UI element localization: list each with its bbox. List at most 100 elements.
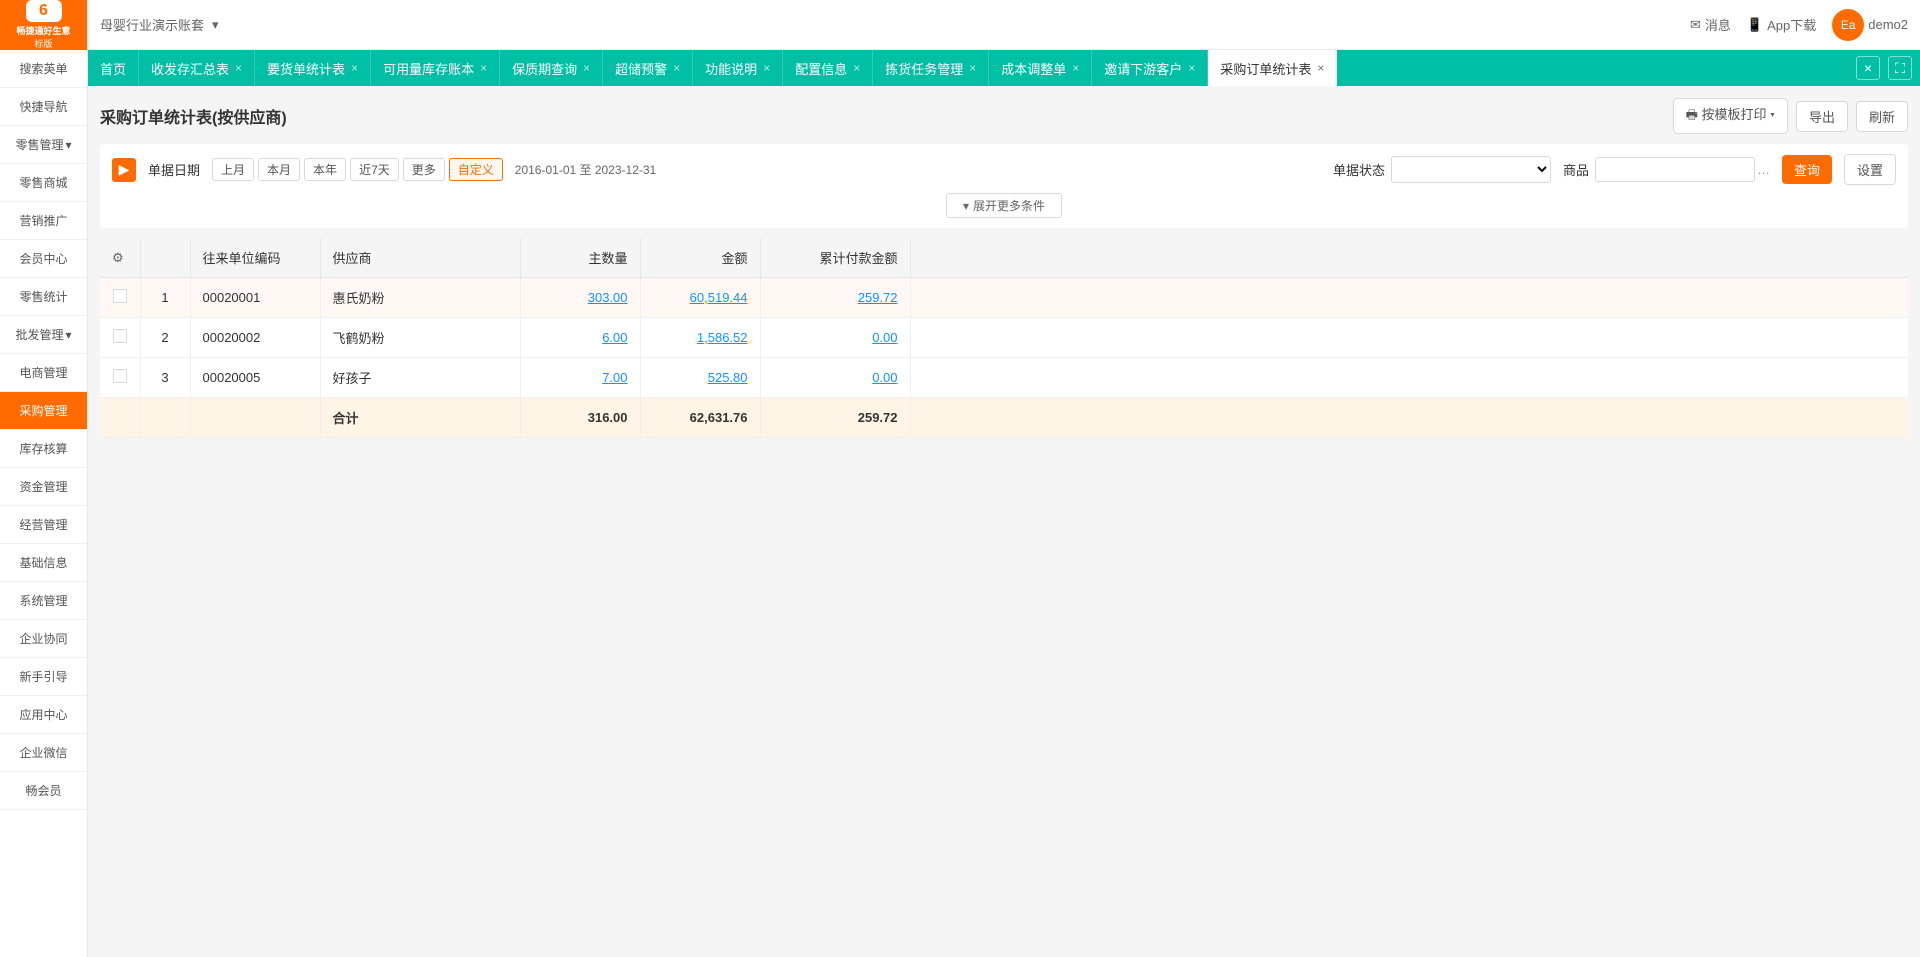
td-footer-empty2 — [140, 398, 190, 438]
td-checkbox — [100, 318, 140, 358]
sidebar-item-app-center[interactable]: 应用中心 — [0, 696, 87, 734]
sidebar-item-corp[interactable]: 企业协同 — [0, 620, 87, 658]
expand-more-btn[interactable]: ▾ 展开更多条件 — [946, 193, 1062, 218]
chevron-down-icon: ▾ — [963, 199, 969, 213]
tab-cost-adj[interactable]: 成本调整单 × — [989, 50, 1092, 86]
date-more-btn[interactable]: 更多 — [403, 158, 445, 181]
refresh-btn[interactable]: 刷新 — [1856, 101, 1908, 132]
sidebar-item-system[interactable]: 系统管理 — [0, 582, 87, 620]
sidebar-item-retail[interactable]: 零售管理 ▾ — [0, 126, 87, 164]
logo-sub: 标版 — [34, 37, 52, 50]
sidebar-item-wholesale[interactable]: 批发管理 ▾ — [0, 316, 87, 354]
td-amount[interactable]: 1,586.52 — [640, 318, 760, 358]
row-checkbox[interactable] — [113, 329, 127, 343]
sidebar-item-newbie[interactable]: 新手引导 — [0, 658, 87, 696]
td-extra — [910, 358, 1908, 398]
tab-close-icon[interactable]: × — [583, 61, 590, 75]
td-amount[interactable]: 60,519.44 — [640, 278, 760, 318]
sidebar-item-basic[interactable]: 基础信息 — [0, 544, 87, 582]
page-header: 采购订单统计表(按供应商) 🖶 按模板打印 ▾ 导出 刷新 — [100, 98, 1908, 134]
tab-close-icon[interactable]: × — [763, 61, 770, 75]
td-qty[interactable]: 303.00 — [520, 278, 640, 318]
app-download-btn[interactable]: 📱 App下载 — [1747, 15, 1816, 34]
sidebar-item-retail-stat[interactable]: 零售统计 — [0, 278, 87, 316]
table-footer: 合计 316.00 62,631.76 259.72 — [100, 398, 1908, 438]
th-code: 往来单位编码 — [190, 238, 320, 278]
main-content: 母婴行业演示账套 ▾ ✉ 消息 📱 App下载 Ea demo2 首页 — [88, 0, 1920, 957]
td-code: 00020005 — [190, 358, 320, 398]
tab-config-info[interactable]: 配置信息 × — [783, 50, 873, 86]
date-this-year-btn[interactable]: 本年 — [304, 158, 346, 181]
tab-close-icon[interactable]: × — [673, 61, 680, 75]
tab-invite-down[interactable]: 邀请下游客户 × — [1092, 50, 1208, 86]
table-body: 1 00020001 惠氏奶粉 303.00 60,519.44 259.72 … — [100, 278, 1908, 398]
fullscreen-btn[interactable]: ⛶ — [1888, 56, 1912, 80]
chevron-down-icon: ▾ — [65, 138, 71, 152]
tab-avail-inv[interactable]: 可用量库存账本 × — [371, 50, 500, 86]
message-btn[interactable]: ✉ 消息 — [1690, 15, 1731, 34]
user-profile-btn[interactable]: Ea demo2 — [1832, 9, 1908, 41]
sidebar-item-member[interactable]: 会员中心 — [0, 240, 87, 278]
nav-tabs-end: × ⛶ — [1856, 56, 1920, 80]
print-btn[interactable]: 🖶 按模板打印 ▾ — [1673, 98, 1788, 134]
sidebar-item-marketing[interactable]: 营销推广 — [0, 202, 87, 240]
settings-btn[interactable]: 设置 — [1844, 154, 1896, 185]
sidebar-item-search[interactable]: 搜索英单 — [0, 50, 87, 88]
tab-collect-pay[interactable]: 收发存汇总表 × — [139, 50, 255, 86]
store-selector[interactable]: 母婴行业演示账套 ▾ — [100, 15, 219, 34]
td-footer-qty: 316.00 — [520, 398, 640, 438]
filter-row: ▶ 单据日期 上月 本月 本年 近7天 更多 自定义 2016-01-01 至 … — [112, 154, 1896, 185]
goods-input[interactable] — [1595, 157, 1755, 182]
tab-purchase-stat[interactable]: 采购订单统计表 × — [1208, 50, 1337, 86]
td-qty[interactable]: 7.00 — [520, 358, 640, 398]
th-index — [140, 238, 190, 278]
column-settings-icon[interactable]: ⚙ — [112, 250, 124, 265]
sidebar-item-inventory[interactable]: 库存核算 — [0, 430, 87, 468]
query-btn[interactable]: 查询 — [1782, 155, 1832, 184]
tab-close-icon[interactable]: × — [1188, 61, 1195, 75]
td-qty[interactable]: 6.00 — [520, 318, 640, 358]
sidebar-item-retail-shop[interactable]: 零售商城 — [0, 164, 87, 202]
tab-overstock[interactable]: 超储预警 × — [603, 50, 693, 86]
close-all-tabs-btn[interactable]: × — [1856, 56, 1880, 80]
date-this-month-btn[interactable]: 本月 — [258, 158, 300, 181]
sidebar-item-corp-wechat[interactable]: 企业微信 — [0, 734, 87, 772]
export-btn[interactable]: 导出 — [1796, 101, 1848, 132]
th-paid: 累计付款金额 — [760, 238, 910, 278]
message-icon: ✉ — [1690, 17, 1701, 33]
td-footer-extra — [910, 398, 1908, 438]
tab-home[interactable]: 首页 — [88, 50, 139, 86]
tab-req-goods[interactable]: 要货单统计表 × — [255, 50, 371, 86]
sidebar-item-ecom[interactable]: 电商管理 — [0, 354, 87, 392]
sidebar-item-purchase[interactable]: 采购管理 — [0, 392, 87, 430]
sidebar-logo: 6 畅捷通好生意 标版 — [0, 0, 87, 50]
sidebar-item-shortcut[interactable]: 快捷导航 — [0, 88, 87, 126]
goods-input-more-icon[interactable]: … — [1757, 162, 1770, 177]
filter-toggle-btn[interactable]: ▶ — [112, 158, 136, 182]
td-paid[interactable]: 0.00 — [760, 318, 910, 358]
sidebar-item-member2[interactable]: 畅会员 — [0, 772, 87, 810]
date-custom-btn[interactable]: 自定义 — [449, 158, 503, 181]
row-checkbox[interactable] — [113, 289, 127, 303]
sidebar-item-finance[interactable]: 资金管理 — [0, 468, 87, 506]
tab-func-desc[interactable]: 功能说明 × — [693, 50, 783, 86]
td-paid[interactable]: 0.00 — [760, 358, 910, 398]
date-last-7days-btn[interactable]: 近7天 — [350, 158, 399, 181]
td-code: 00020001 — [190, 278, 320, 318]
tab-close-icon[interactable]: × — [480, 61, 487, 75]
tab-close-icon[interactable]: × — [1317, 61, 1324, 75]
tab-close-icon[interactable]: × — [351, 61, 358, 75]
tab-close-icon[interactable]: × — [853, 61, 860, 75]
sidebar-item-ops[interactable]: 经营管理 — [0, 506, 87, 544]
status-select[interactable] — [1391, 156, 1551, 183]
date-last-month-btn[interactable]: 上月 — [212, 158, 254, 181]
tab-close-icon[interactable]: × — [969, 61, 976, 75]
th-checkbox: ⚙ — [100, 238, 140, 278]
td-paid[interactable]: 259.72 — [760, 278, 910, 318]
tab-pick-task[interactable]: 拣货任务管理 × — [873, 50, 989, 86]
tab-expiry[interactable]: 保质期查询 × — [500, 50, 603, 86]
row-checkbox[interactable] — [113, 369, 127, 383]
tab-close-icon[interactable]: × — [235, 61, 242, 75]
tab-close-icon[interactable]: × — [1072, 61, 1079, 75]
td-amount[interactable]: 525.80 — [640, 358, 760, 398]
